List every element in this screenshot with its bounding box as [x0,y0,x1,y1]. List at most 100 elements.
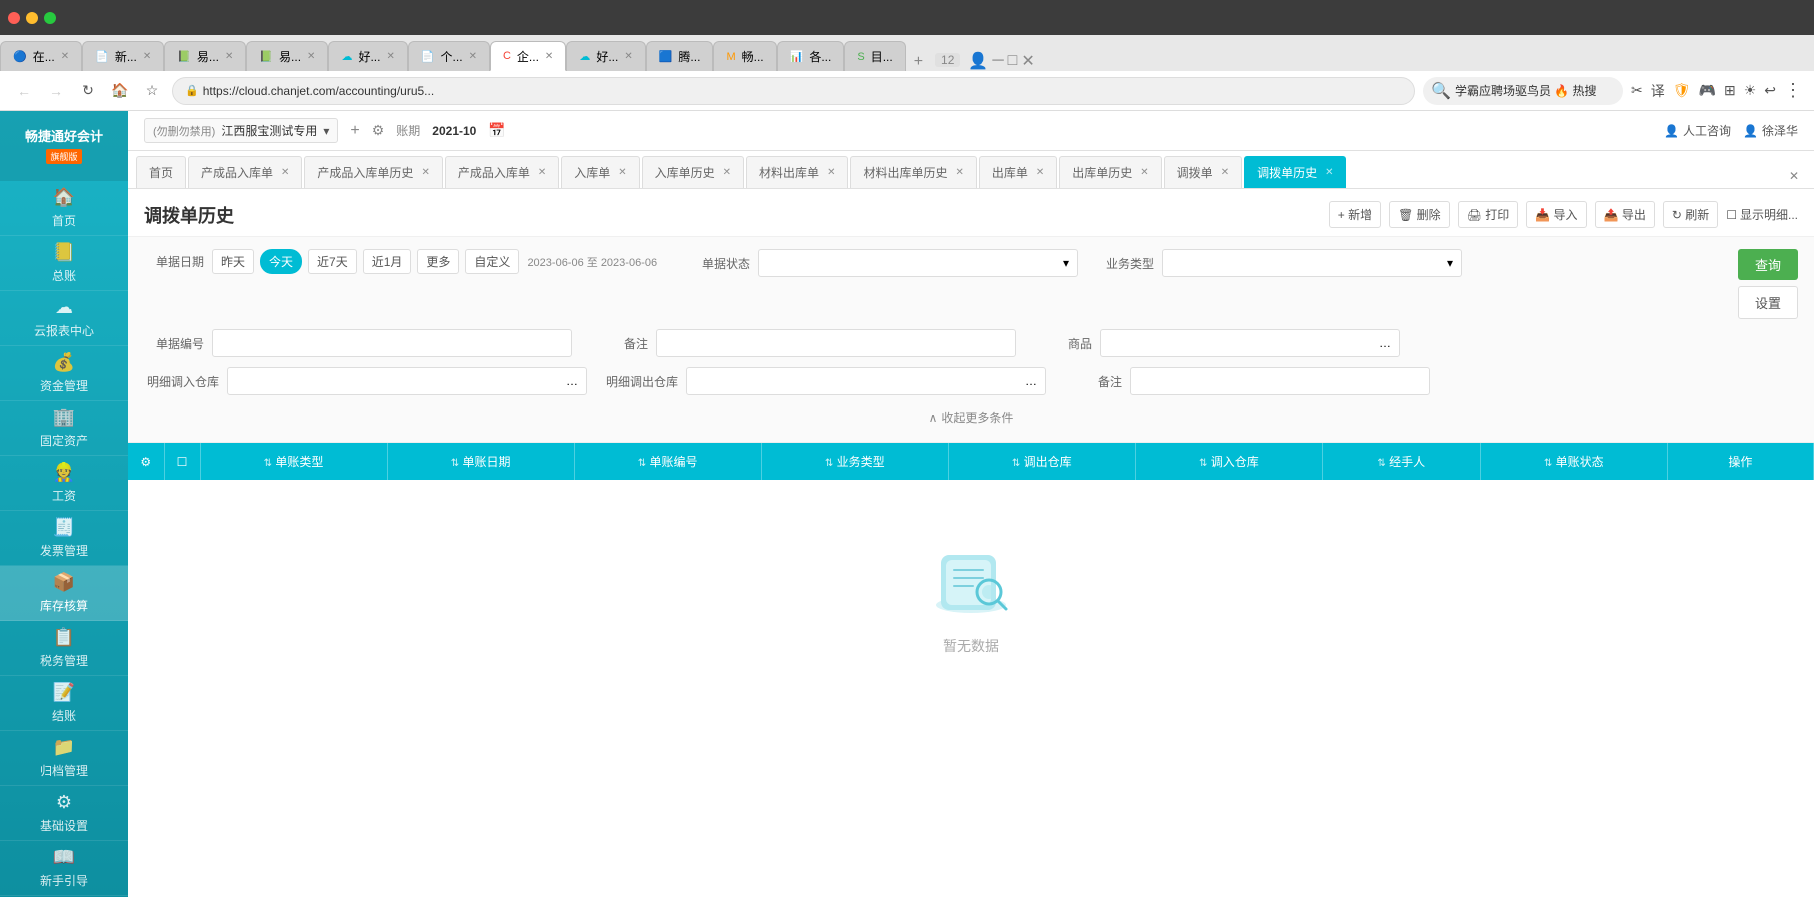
th-handler[interactable]: ⇅ 经手人 [1322,443,1480,480]
sidebar-item-inventory[interactable]: 📦 库存核算 [0,566,128,621]
filter-vno-input[interactable] [212,329,572,357]
sidebar-item-archive[interactable]: 📁 归档管理 [0,731,128,786]
sidebar-item-closing[interactable]: 📝 结账 [0,676,128,731]
app-tab-product-inbound-hist-close[interactable]: ✕ [421,167,429,178]
th-date[interactable]: ⇅ 单账日期 [387,443,574,480]
app-tab-product-inbound-2[interactable]: 产成品入库单 ✕ [445,156,559,188]
app-tab-outbound-hist[interactable]: 出库单历史 ✕ [1059,156,1161,188]
th-no[interactable]: ⇅ 单账编号 [574,443,761,480]
th-out-warehouse[interactable]: ⇅ 调出仓库 [948,443,1135,480]
app-tab-transfer[interactable]: 调拨单 ✕ [1164,156,1242,188]
app-tab-product-inbound[interactable]: 产成品入库单 ✕ [188,156,302,188]
app-tab-material-out-close[interactable]: ✕ [827,167,835,178]
filter-biz-select[interactable]: ▾ [1162,249,1462,277]
th-type[interactable]: ⇅ 单账类型 [200,443,387,480]
app-tab-transfer-close[interactable]: ✕ [1221,167,1229,178]
browser-tab-12[interactable]: S 目... [844,41,905,71]
th-checkbox[interactable]: ☐ [164,443,200,480]
sidebar-item-home[interactable]: 🏠 首页 [0,181,128,236]
sidebar-item-fixed-asset[interactable]: 🏢 固定资产 [0,401,128,456]
browser-tab-8[interactable]: ☁ 好... ✕ [566,41,645,71]
th-in-warehouse[interactable]: ⇅ 调入仓库 [1135,443,1322,480]
app-tab-inbound-hist[interactable]: 入库单历史 ✕ [642,156,744,188]
sidebar-item-guide[interactable]: 📖 新手引导 [0,841,128,896]
settings-gear-icon[interactable]: ⚙ [372,122,385,139]
sidebar-item-fund[interactable]: 💰 资金管理 [0,346,128,401]
browser-tab-1[interactable]: 🔵 在... ✕ [0,41,82,71]
date-btn-today[interactable]: 今天 [260,249,302,274]
browser-tab-6[interactable]: 📄 个... ✕ [408,41,490,71]
app-tab-product-inbound-2-close[interactable]: ✕ [538,167,546,178]
delete-btn[interactable]: 🗑 删除 [1389,201,1450,228]
app-tab-inbound-hist-close[interactable]: ✕ [723,167,731,178]
menu-icon[interactable]: ⋮ [1784,80,1802,101]
sidebar-item-salary[interactable]: 👷 工资 [0,456,128,511]
date-btn-more[interactable]: 更多 [417,249,459,274]
app-tab-outbound[interactable]: 出库单 ✕ [979,156,1057,188]
browser-tab-3[interactable]: 📗 易... ✕ [164,41,246,71]
app-tab-material-out[interactable]: 材料出库单 ✕ [746,156,848,188]
app-tab-home[interactable]: 首页 [136,156,186,188]
export-btn[interactable]: 📤 导出 [1595,201,1655,228]
sidebar-item-settings[interactable]: ⚙ 基础设置 [0,786,128,841]
browser-tab-5[interactable]: ☁ 好... ✕ [328,41,407,71]
th-status[interactable]: ⇅ 单账状态 [1480,443,1667,480]
import-btn[interactable]: 📥 导入 [1526,201,1586,228]
date-btn-7days[interactable]: 近7天 [308,249,357,274]
filter-status-select[interactable]: ▾ [758,249,1078,277]
browser-tab-10[interactable]: M 畅... [713,41,776,71]
date-btn-1month[interactable]: 近1月 [363,249,412,274]
app-tab-material-out-hist[interactable]: 材料出库单历史 ✕ [850,156,976,188]
show-col-btn[interactable]: ☐ 显示明细... [1726,206,1798,223]
query-btn[interactable]: 查询 [1738,249,1798,280]
app-tab-product-inbound-close[interactable]: ✕ [281,167,289,178]
sidebar-item-invoice[interactable]: 🧾 发票管理 [0,511,128,566]
calendar-icon[interactable]: 📅 [488,122,505,139]
browser-tab-9[interactable]: 🟦 腾... [646,41,714,71]
browser-tab-7[interactable]: C 企... ✕ [490,41,566,71]
app-tab-inbound[interactable]: 入库单 ✕ [561,156,639,188]
date-btn-custom[interactable]: 自定义 [465,249,519,274]
home-btn[interactable]: 🏠 [108,79,132,103]
browser-tab-4[interactable]: 📗 易... ✕ [246,41,328,71]
filter-goods-select[interactable]: … [1100,329,1400,357]
settings-filter-btn[interactable]: 设置 [1738,286,1798,319]
add-company-btn[interactable]: + [350,122,359,140]
service-btn[interactable]: 👤 人工咨询 [1664,122,1731,139]
app-tab-product-inbound-hist[interactable]: 产成品入库单历史 ✕ [304,156,442,188]
company-selector[interactable]: (勿删勿禁用) 江西服宝测试专用 ▾ [144,118,338,143]
refresh-btn[interactable]: ↻ [76,79,100,103]
app-tab-outbound-hist-close[interactable]: ✕ [1140,167,1148,178]
address-bar[interactable]: 🔒 https://cloud.chanjet.com/accounting/u… [172,77,1415,105]
browser-tab-2[interactable]: 📄 新... ✕ [82,41,164,71]
new-tab-btn[interactable]: + [906,53,931,71]
close-tab-section[interactable]: ✕ [1782,164,1806,188]
new-btn[interactable]: + 新增 [1329,201,1381,228]
app-tab-transfer-hist-close[interactable]: ✕ [1325,167,1333,178]
filter-detail-in-select[interactable]: … [227,367,587,395]
collapse-btn[interactable]: ∧ 收起更多条件 [929,405,1014,430]
sidebar-item-tax[interactable]: 📋 税务管理 [0,621,128,676]
filter-detail-out-select[interactable]: … [686,367,1046,395]
filter-note-input[interactable] [656,329,1016,357]
sidebar-item-cloud-report[interactable]: ☁ 云报表中心 [0,291,128,346]
th-biz[interactable]: ⇅ 业务类型 [761,443,948,480]
forward-btn[interactable]: → [44,79,68,103]
search-bar[interactable]: 🔍 学霸应聘场驱鸟员 🔥 热搜 [1423,77,1623,105]
filter-backup-note-input[interactable] [1130,367,1430,395]
th-gear[interactable]: ⚙ [128,443,164,480]
app-tab-outbound-close[interactable]: ✕ [1036,167,1044,178]
tab-count[interactable]: 12 [935,53,960,67]
browser-maximize[interactable]: □ [1008,52,1018,70]
user-btn[interactable]: 👤 徐泽华 [1743,122,1798,139]
browser-close[interactable]: ✕ [1021,51,1034,71]
back-btn[interactable]: ← [12,79,36,103]
sidebar-item-ledger[interactable]: 📒 总账 [0,236,128,291]
app-tab-material-out-hist-close[interactable]: ✕ [955,167,963,178]
app-tab-transfer-hist[interactable]: 调拨单历史 ✕ [1244,156,1346,188]
print-btn[interactable]: 🖨 打印 [1458,201,1519,228]
browser-tab-11[interactable]: 📊 各... [777,41,845,71]
app-tab-inbound-close[interactable]: ✕ [618,167,626,178]
browser-minimize[interactable]: ─ [992,52,1003,70]
date-btn-yesterday[interactable]: 昨天 [212,249,254,274]
